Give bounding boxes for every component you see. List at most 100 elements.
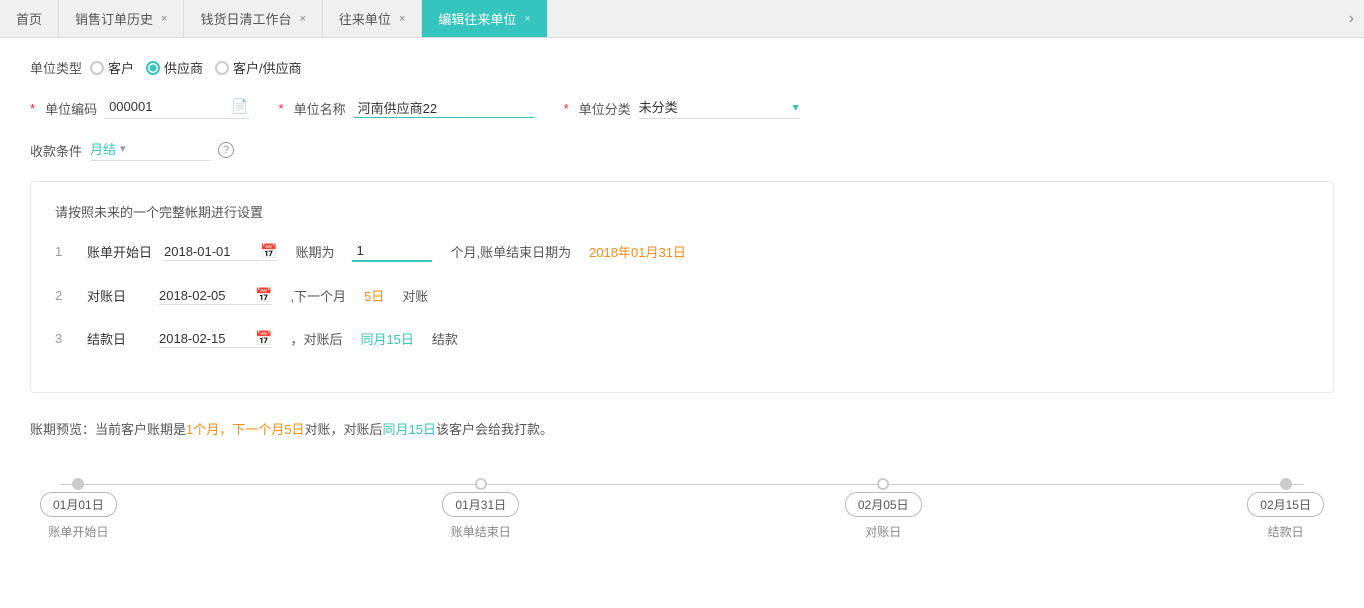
preview-mid1: 下一个月5日 <box>232 422 304 437</box>
unit-category-star: * <box>564 101 569 116</box>
radio-customer[interactable]: 客户 <box>90 58 134 77</box>
unit-category-value: 未分类 <box>639 97 789 116</box>
payment-terms-value: 月结 <box>90 139 116 158</box>
unit-name-input[interactable] <box>354 98 534 118</box>
preview-highlight2: 同月15日 <box>383 422 436 437</box>
unit-name-star: * <box>279 101 284 116</box>
payment-terms-select-wrap[interactable]: 月结 ▾ <box>90 139 210 161</box>
unit-category-label: 单位分类 <box>579 99 631 118</box>
radio-supplier-circle <box>146 61 160 75</box>
preview-text: 账期预览：当前客户账期是1个月，下一个月5日对账，对账后同月15日该客户会给我打… <box>30 419 1334 438</box>
preview-mid2: 对账，对账后 <box>304 422 382 437</box>
period-end-date: 2018年01月31日 <box>589 242 686 261</box>
timeline-badge-1: 01月01日 <box>40 492 117 517</box>
period-date-1: 📅 <box>164 243 277 261</box>
payment-terms-label: 收款条件 <box>30 141 82 160</box>
timeline-label-2: 账单结束日 <box>451 523 511 540</box>
timeline-node-3: 02月05日 对账日 <box>845 462 922 540</box>
tab-home[interactable]: 首页 <box>0 0 59 37</box>
help-icon[interactable]: ? <box>218 142 234 158</box>
timeline-label-1: 账单开始日 <box>48 523 108 540</box>
period-payment-day: 同月15日 <box>360 329 413 348</box>
period-months-input[interactable] <box>352 241 432 262</box>
period-reconcile-prefix: ,下一个月 <box>290 286 346 305</box>
tab-edit-partner[interactable]: 编辑往来单位 × <box>422 0 547 37</box>
radio-customer-circle <box>90 61 104 75</box>
period-date-input-2[interactable] <box>159 288 249 303</box>
period-num-1: 1 <box>55 244 75 259</box>
period-calendar-3[interactable]: 📅 <box>255 330 272 347</box>
unit-type-row: 单位类型 客户 供应商 客户/供应商 <box>30 58 1334 77</box>
period-reconcile-suffix: 对账 <box>402 286 428 305</box>
period-label-months: 账期为 <box>295 242 334 261</box>
timeline-badge-3: 02月05日 <box>845 492 922 517</box>
unit-info-row: * 单位编码 📄 * 单位名称 * 单位分类 未分类 ▾ <box>30 97 1334 119</box>
payment-terms-group: 收款条件 月结 ▾ ? <box>30 139 234 161</box>
radio-customer-label: 客户 <box>108 58 134 77</box>
unit-code-star: * <box>30 101 35 116</box>
tab-scroll-right[interactable]: › <box>1339 0 1364 37</box>
unit-code-label: 单位编码 <box>45 99 97 118</box>
radio-supplier-label: 供应商 <box>164 58 203 77</box>
unit-code-icon[interactable]: 📄 <box>231 98 248 115</box>
timeline-label-4: 结款日 <box>1268 523 1304 540</box>
radio-both[interactable]: 客户/供应商 <box>215 58 302 77</box>
main-content: 单位类型 客户 供应商 客户/供应商 * 单位编码 <box>0 38 1364 608</box>
unit-type-label: 单位类型 <box>30 58 82 77</box>
unit-category-chevron: ▾ <box>793 100 799 114</box>
period-box-title: 请按照未来的一个完整帐期进行设置 <box>55 202 1309 221</box>
period-label-3: 结款日 <box>87 329 147 348</box>
period-reconcile-day: 5日 <box>364 286 384 305</box>
period-calendar-2[interactable]: 📅 <box>255 287 272 304</box>
unit-category-group: * 单位分类 未分类 ▾ <box>564 97 799 119</box>
period-num-3: 3 <box>55 331 75 346</box>
unit-category-select-wrap[interactable]: 未分类 ▾ <box>639 97 799 119</box>
timeline-container: 01月01日 账单开始日 01月31日 账单结束日 02月05日 对账日 <box>30 462 1334 540</box>
timeline-label-3: 对账日 <box>865 523 901 540</box>
period-calendar-1[interactable]: 📅 <box>260 243 277 260</box>
period-payment-suffix: 结款 <box>432 329 458 348</box>
timeline-badge-4: 02月15日 <box>1247 492 1324 517</box>
timeline-node-2: 01月31日 账单结束日 <box>442 462 519 540</box>
timeline-node-4: 02月15日 结款日 <box>1247 462 1324 540</box>
unit-code-input-wrap: 📄 <box>105 97 248 119</box>
payment-terms-row: 收款条件 月结 ▾ ? <box>30 139 1334 161</box>
timeline-node-1: 01月01日 账单开始日 <box>40 462 117 540</box>
timeline-badge-2: 01月31日 <box>442 492 519 517</box>
unit-code-input[interactable] <box>105 97 225 116</box>
tab-sales-history[interactable]: 销售订单历史 × <box>59 0 184 37</box>
radio-supplier[interactable]: 供应商 <box>146 58 203 77</box>
close-partner-units[interactable]: × <box>399 13 405 25</box>
radio-both-label: 客户/供应商 <box>233 58 302 77</box>
radio-both-circle <box>215 61 229 75</box>
period-date-input-3[interactable] <box>159 331 249 346</box>
preview-suffix: 该客户会给我打款。 <box>436 422 553 437</box>
unit-name-group: * 单位名称 <box>279 98 534 118</box>
period-date-3: 📅 <box>159 330 272 348</box>
period-date-2: 📅 <box>159 287 272 305</box>
unit-code-group: * 单位编码 📄 <box>30 97 249 119</box>
period-months-unit: 个月,账单结束日期为 <box>450 242 571 261</box>
period-row-3: 3 结款日 📅 ，对账后同月15日结款 <box>55 329 1309 348</box>
preview-section: 账期预览：当前客户账期是1个月，下一个月5日对账，对账后同月15日该客户会给我打… <box>30 409 1334 550</box>
preview-highlight1: 1个月， <box>186 422 232 437</box>
period-row-1: 1 账单开始日 📅 账期为 个月,账单结束日期为 2018年01月31日 <box>55 241 1309 262</box>
period-label-1: 账单开始日 <box>87 242 152 261</box>
tab-partner-units[interactable]: 往来单位 × <box>323 0 422 37</box>
tab-cashier[interactable]: 钱货日清工作台 × <box>184 0 322 37</box>
close-sales-history[interactable]: × <box>161 13 167 25</box>
period-date-input-1[interactable] <box>164 244 254 259</box>
period-num-2: 2 <box>55 288 75 303</box>
unit-name-label: 单位名称 <box>294 99 346 118</box>
timeline-dot-1 <box>72 478 84 490</box>
close-cashier[interactable]: × <box>299 13 305 25</box>
tab-bar: 首页 销售订单历史 × 钱货日清工作台 × 往来单位 × 编辑往来单位 × › <box>0 0 1364 38</box>
timeline-dot-2 <box>475 478 487 490</box>
radio-group: 客户 供应商 客户/供应商 <box>90 58 302 77</box>
timeline-nodes: 01月01日 账单开始日 01月31日 账单结束日 02月05日 对账日 <box>40 462 1324 540</box>
unit-type-group: 单位类型 客户 供应商 客户/供应商 <box>30 58 302 77</box>
period-payment-prefix: ，对账后 <box>290 329 342 348</box>
close-edit-partner[interactable]: × <box>524 13 530 25</box>
preview-prefix: 账期预览：当前客户账期是 <box>30 422 186 437</box>
timeline-dot-4 <box>1280 478 1292 490</box>
